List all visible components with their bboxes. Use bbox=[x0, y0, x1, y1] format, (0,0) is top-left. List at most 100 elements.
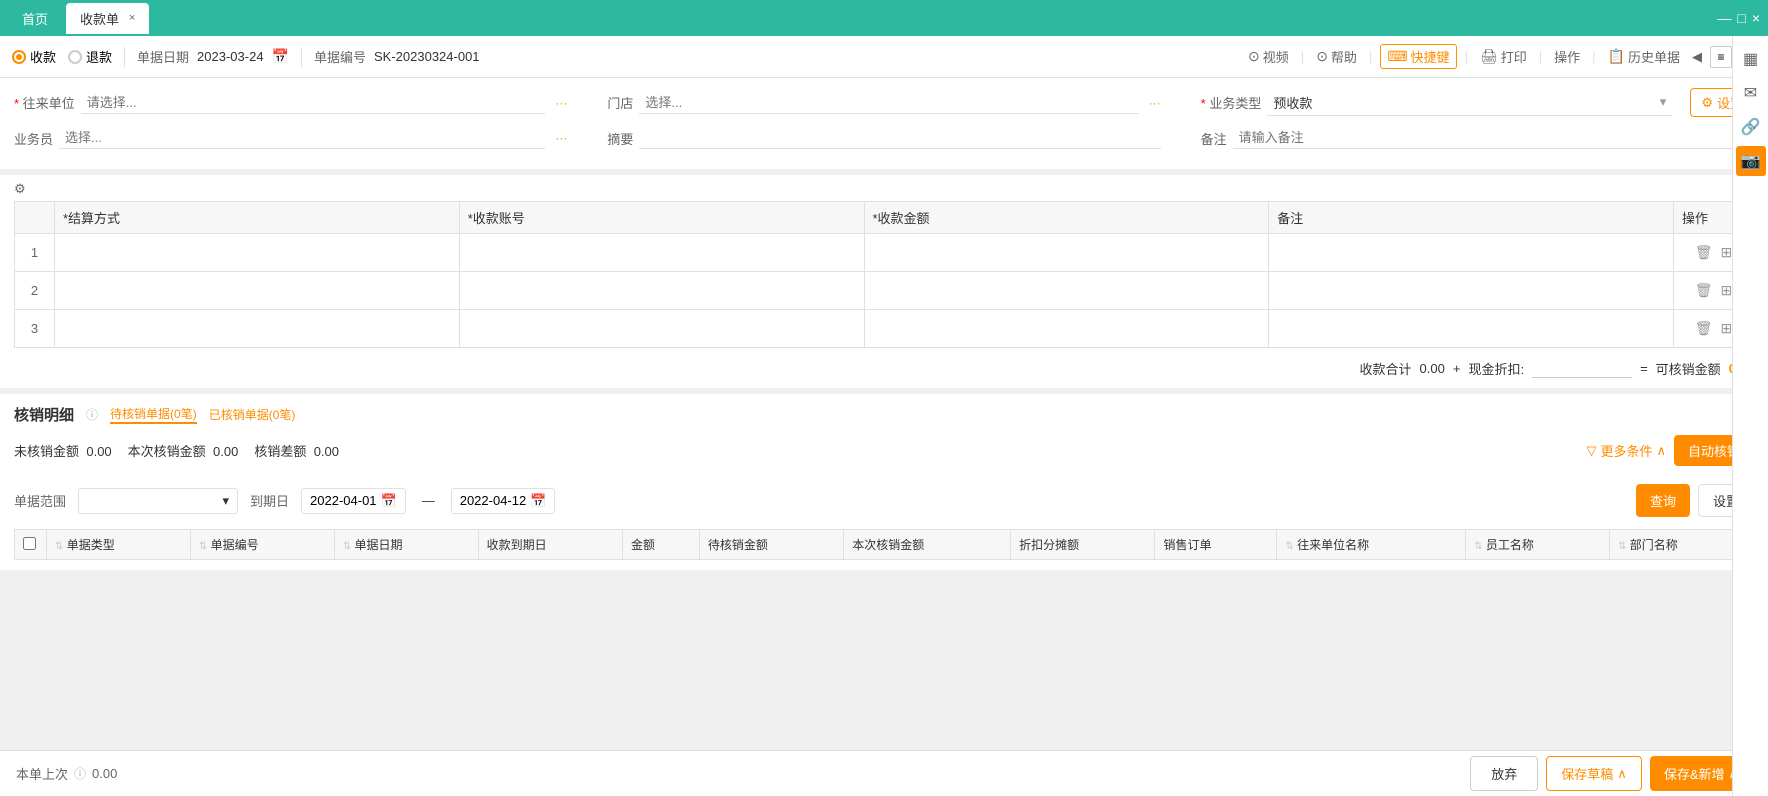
filter-right-group: ▽ 更多条件 ∧ 自动核销 bbox=[1586, 435, 1754, 466]
delete-icon-2[interactable]: 🗑 bbox=[1695, 282, 1713, 299]
sort-icon-bill-type[interactable]: ⇅ bbox=[55, 541, 63, 552]
operation-btn[interactable]: 操作 bbox=[1550, 45, 1584, 68]
sort-icon-counterpart[interactable]: ⇅ bbox=[1285, 541, 1293, 552]
table-settings-icon[interactable]: ⚙ bbox=[14, 181, 26, 197]
store-label: 门店 bbox=[607, 93, 633, 112]
receipt-table-container: ⚙ *结算方式 *收款账号 *收款金额 备注 操作 1 🗑 bbox=[0, 175, 1768, 348]
account-input-2[interactable] bbox=[460, 272, 864, 309]
layout-list-icon[interactable]: ≡ bbox=[1710, 46, 1732, 68]
delete-icon-3[interactable]: 🗑 bbox=[1695, 320, 1713, 337]
save-draft-button[interactable]: 保存草稿 ∧ bbox=[1546, 756, 1642, 791]
tab-receipt[interactable]: 收款单 × bbox=[66, 3, 149, 34]
date-to-field[interactable]: 2022-04-12 📅 bbox=[451, 488, 556, 514]
biz-type-arrow-icon: ▾ bbox=[1660, 94, 1667, 110]
amount-input-2[interactable] bbox=[865, 272, 1269, 309]
row-account-3[interactable] bbox=[459, 310, 864, 348]
date-to-value: 2022-04-12 bbox=[460, 493, 527, 508]
more-conditions-btn[interactable]: ▽ 更多条件 ∧ bbox=[1586, 441, 1666, 460]
amount-input-1[interactable] bbox=[865, 234, 1269, 271]
summary-label: 摘要 bbox=[607, 129, 633, 148]
radio-refund[interactable]: 退款 bbox=[68, 47, 112, 66]
row-settlement-1[interactable] bbox=[55, 234, 460, 272]
store-more-icon[interactable]: ··· bbox=[1149, 96, 1161, 110]
toolbar-sep-1 bbox=[124, 47, 125, 67]
row-account-1[interactable] bbox=[459, 234, 864, 272]
query-btn[interactable]: 查询 bbox=[1636, 484, 1690, 517]
main-form: 往来单位 ··· 门店 ··· 业务类型 预收款 ▾ ⚙ 设置 业务员 bbox=[0, 78, 1768, 175]
summary-input[interactable] bbox=[639, 127, 1160, 149]
sort-icon-dept[interactable]: ⇅ bbox=[1618, 541, 1626, 552]
store-input[interactable] bbox=[639, 92, 1138, 114]
sidebar-camera-icon[interactable]: 📷 bbox=[1736, 146, 1766, 176]
discount-input[interactable] bbox=[1532, 358, 1632, 378]
col-checkbox bbox=[15, 530, 47, 560]
select-all-checkbox[interactable] bbox=[23, 537, 36, 550]
prev-label: 本单上次 bbox=[16, 764, 68, 783]
radio-receipt[interactable]: 收款 bbox=[12, 47, 56, 66]
sidebar-link-icon[interactable]: 🔗 bbox=[1736, 112, 1766, 142]
tab-close-icon[interactable]: × bbox=[129, 12, 135, 24]
net-label: 可核销金额 bbox=[1656, 359, 1721, 378]
info-icon[interactable]: ⓘ bbox=[74, 765, 86, 782]
row-remark-3[interactable] bbox=[1269, 310, 1674, 348]
copy-icon-2[interactable]: ⊞ bbox=[1721, 282, 1733, 299]
save-draft-arrow-icon[interactable]: ∧ bbox=[1617, 766, 1627, 782]
copy-icon-1[interactable]: ⊞ bbox=[1721, 244, 1733, 261]
copy-icon-3[interactable]: ⊞ bbox=[1721, 320, 1733, 337]
print-btn[interactable]: 🖨 打印 bbox=[1476, 45, 1531, 68]
row-amount-3[interactable] bbox=[864, 310, 1269, 348]
help-btn[interactable]: ⊙ 帮助 bbox=[1312, 45, 1361, 68]
sort-icon-bill-date[interactable]: ⇅ bbox=[343, 541, 351, 552]
sort-icon-staff[interactable]: ⇅ bbox=[1474, 541, 1482, 552]
print-icon: 🖨 bbox=[1480, 48, 1498, 65]
radio-receipt-label: 收款 bbox=[30, 47, 56, 66]
shortcut-btn[interactable]: ⌨ 快捷键 bbox=[1380, 44, 1456, 69]
date-from-calendar-icon[interactable]: 📅 bbox=[381, 493, 397, 509]
account-input-3[interactable] bbox=[460, 310, 864, 347]
date-to-calendar-icon[interactable]: 📅 bbox=[530, 493, 546, 509]
video-btn[interactable]: ⊙ 视频 bbox=[1244, 45, 1293, 68]
sidebar-email-icon[interactable]: ✉ bbox=[1736, 78, 1766, 108]
counterpart-more-icon[interactable]: ··· bbox=[555, 96, 567, 110]
account-input-1[interactable] bbox=[460, 234, 864, 271]
settlement-input-1[interactable] bbox=[55, 234, 459, 271]
row-settlement-3[interactable] bbox=[55, 310, 460, 348]
row-amount-1[interactable] bbox=[864, 234, 1269, 272]
video-icon: ⊙ bbox=[1248, 48, 1260, 65]
row-settlement-2[interactable] bbox=[55, 272, 460, 310]
maximize-icon[interactable]: □ bbox=[1737, 10, 1745, 26]
sort-icon-bill-no[interactable]: ⇅ bbox=[199, 541, 207, 552]
settlement-input-2[interactable] bbox=[55, 272, 459, 309]
toolbar-right: ⊙ 视频 | ⊙ 帮助 | ⌨ 快捷键 | 🖨 打印 | 操作 | 📋 历史单据… bbox=[1244, 44, 1756, 69]
minimize-icon[interactable]: — bbox=[1717, 10, 1731, 26]
prev-btn[interactable]: ◀ bbox=[1692, 49, 1702, 65]
biz-type-select[interactable]: 预收款 ▾ bbox=[1267, 90, 1672, 116]
row-remark-2[interactable] bbox=[1269, 272, 1674, 310]
delete-icon-1[interactable]: 🗑 bbox=[1695, 244, 1713, 261]
salesperson-more-icon[interactable]: ··· bbox=[555, 131, 567, 145]
row-remark-1[interactable] bbox=[1269, 234, 1674, 272]
range-arrow-icon: ▾ bbox=[222, 493, 229, 509]
tab-home[interactable]: 首页 bbox=[8, 3, 62, 34]
verify-tab-pending[interactable]: 待核销单据(0笔) bbox=[110, 405, 197, 424]
remark-input[interactable] bbox=[1233, 127, 1754, 149]
date-from-field[interactable]: 2022-04-01 📅 bbox=[301, 488, 406, 514]
salesperson-input[interactable] bbox=[59, 127, 545, 149]
history-btn[interactable]: 📋 历史单据 bbox=[1604, 45, 1684, 68]
settlement-input-3[interactable] bbox=[55, 310, 459, 347]
sidebar-table-icon[interactable]: ▦ bbox=[1736, 44, 1766, 74]
row-account-2[interactable] bbox=[459, 272, 864, 310]
verify-tab-done[interactable]: 已核销单据(0笔) bbox=[209, 406, 296, 423]
remark-input-3[interactable] bbox=[1269, 310, 1673, 347]
row-amount-2[interactable] bbox=[864, 272, 1269, 310]
discard-button[interactable]: 放弃 bbox=[1470, 756, 1538, 791]
remark-input-1[interactable] bbox=[1269, 234, 1673, 271]
counterpart-input[interactable] bbox=[81, 92, 546, 114]
range-select[interactable]: ▾ bbox=[78, 488, 238, 514]
close-icon[interactable]: × bbox=[1752, 10, 1760, 26]
verify-info-icon[interactable]: ⓘ bbox=[86, 406, 98, 423]
remark-input-2[interactable] bbox=[1269, 272, 1673, 309]
amount-input-3[interactable] bbox=[865, 310, 1269, 347]
calendar-icon[interactable]: 📅 bbox=[272, 48, 289, 65]
date-from-value: 2022-04-01 bbox=[310, 493, 377, 508]
